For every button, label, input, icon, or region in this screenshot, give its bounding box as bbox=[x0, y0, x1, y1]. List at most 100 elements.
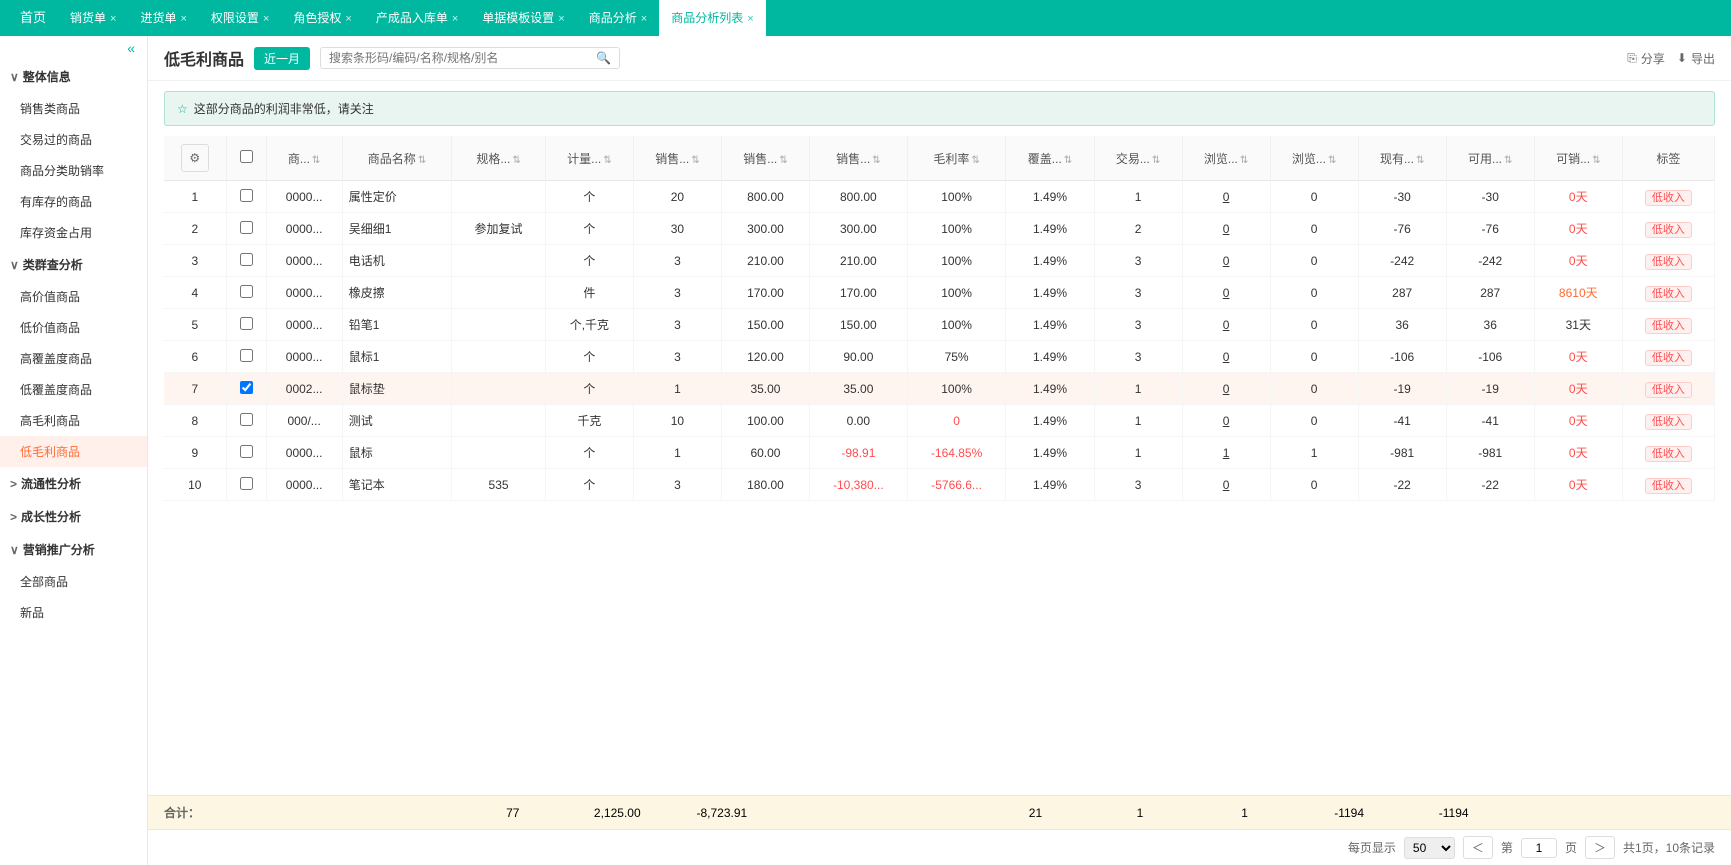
row-checkbox[interactable] bbox=[240, 413, 253, 426]
cell-view1[interactable]: 1 bbox=[1182, 437, 1270, 469]
cell-checkbox bbox=[226, 277, 266, 309]
sidebar-group-overall[interactable]: ∨ 整体信息 bbox=[0, 60, 147, 93]
cell-unit: 个 bbox=[545, 213, 633, 245]
main-content: 低毛利商品 近一月 🔍 ⎘ 分享 ⬇ 导出 ☆ 这部分商品的利润非常低，请关注 bbox=[148, 36, 1731, 865]
close-icon[interactable]: × bbox=[180, 13, 186, 25]
cell-sale-amount: 150.00 bbox=[810, 309, 908, 341]
cell-gross-margin: 100% bbox=[907, 245, 1006, 277]
row-checkbox[interactable] bbox=[240, 317, 253, 330]
gear-button[interactable]: ⚙ bbox=[181, 144, 209, 172]
cell-sale-price: 100.00 bbox=[721, 405, 809, 437]
cell-name[interactable]: 鼠标1 bbox=[342, 341, 452, 373]
cell-name[interactable]: 笔记本 bbox=[342, 469, 452, 501]
next-page-button[interactable]: ＞ bbox=[1585, 836, 1615, 859]
sidebar-item-traded-goods[interactable]: 交易过的商品 bbox=[0, 124, 147, 155]
cell-view1[interactable]: 0 bbox=[1182, 181, 1270, 213]
table-footer: 合计： 77 2,125.00 -8,723.91 21 1 1 -1194 -… bbox=[148, 795, 1731, 829]
cell-view1[interactable]: 0 bbox=[1182, 213, 1270, 245]
sidebar-item-high-value[interactable]: 高价值商品 bbox=[0, 281, 147, 312]
sort-icon: ⇅ bbox=[1592, 155, 1600, 166]
nav-template[interactable]: 单据模板设置× bbox=[470, 0, 576, 36]
cell-name[interactable]: 鼠标 bbox=[342, 437, 452, 469]
cell-view1[interactable]: 0 bbox=[1182, 373, 1270, 405]
sidebar-item-stock-goods[interactable]: 有库存的商品 bbox=[0, 186, 147, 217]
cell-view1[interactable]: 0 bbox=[1182, 245, 1270, 277]
cell-saleable: 0天 bbox=[1534, 405, 1622, 437]
cell-name[interactable]: 鼠标垫 bbox=[342, 373, 452, 405]
row-checkbox[interactable] bbox=[240, 477, 253, 490]
cell-available: -106 bbox=[1446, 341, 1534, 373]
cell-current: -22 bbox=[1358, 469, 1446, 501]
row-checkbox[interactable] bbox=[240, 349, 253, 362]
sidebar-group-cluster[interactable]: ∨ 类群查分析 bbox=[0, 248, 147, 281]
cell-spec: 参加复试 bbox=[452, 213, 546, 245]
sidebar-group-growth[interactable]: > 成长性分析 bbox=[0, 500, 147, 533]
sidebar-item-high-margin[interactable]: 高毛利商品 bbox=[0, 405, 147, 436]
sidebar-item-low-coverage[interactable]: 低覆盖度商品 bbox=[0, 374, 147, 405]
cell-name[interactable]: 吴细细1 bbox=[342, 213, 452, 245]
sidebar-item-category-rate[interactable]: 商品分类助销率 bbox=[0, 155, 147, 186]
close-icon[interactable]: × bbox=[345, 13, 351, 25]
sidebar-item-high-coverage[interactable]: 高覆盖度商品 bbox=[0, 343, 147, 374]
cell-name[interactable]: 铅笔1 bbox=[342, 309, 452, 341]
cell-name[interactable]: 橡皮擦 bbox=[342, 277, 452, 309]
sidebar-item-all-goods[interactable]: 全部商品 bbox=[0, 566, 147, 597]
nav-product-entry[interactable]: 产成品入库单× bbox=[364, 0, 470, 36]
export-button[interactable]: ⬇ 导出 bbox=[1677, 50, 1715, 67]
close-icon[interactable]: × bbox=[747, 13, 753, 25]
page-number-input[interactable] bbox=[1521, 838, 1557, 858]
nav-purchase[interactable]: 进货单× bbox=[128, 0, 198, 36]
cell-spec bbox=[452, 405, 546, 437]
cell-view1[interactable]: 0 bbox=[1182, 277, 1270, 309]
row-checkbox[interactable] bbox=[240, 221, 253, 234]
sidebar-item-stock-capital[interactable]: 库存资金占用 bbox=[0, 217, 147, 248]
cell-gross-margin: 100% bbox=[907, 309, 1006, 341]
cell-name[interactable]: 电话机 bbox=[342, 245, 452, 277]
row-checkbox[interactable] bbox=[240, 445, 253, 458]
prev-page-button[interactable]: ＜ bbox=[1463, 836, 1493, 859]
cell-checkbox bbox=[226, 373, 266, 405]
data-table: ⚙ 商...⇅ 商品名称⇅ 规格...⇅ 计量...⇅ 销售...⇅ 销售...… bbox=[164, 136, 1715, 501]
sidebar-group-marketing[interactable]: ∨ 营销推广分析 bbox=[0, 533, 147, 566]
nav-sales[interactable]: 销货单× bbox=[58, 0, 128, 36]
close-icon[interactable]: × bbox=[263, 13, 269, 25]
cell-view1[interactable]: 0 bbox=[1182, 405, 1270, 437]
sidebar-item-low-margin[interactable]: 低毛利商品 bbox=[0, 436, 147, 467]
cell-code: 0000... bbox=[266, 277, 342, 309]
search-input[interactable] bbox=[329, 51, 596, 65]
sidebar-item-low-value[interactable]: 低价值商品 bbox=[0, 312, 147, 343]
row-checkbox[interactable] bbox=[240, 189, 253, 202]
share-button[interactable]: ⎘ 分享 bbox=[1627, 50, 1665, 67]
close-icon[interactable]: × bbox=[452, 13, 458, 25]
nav-permissions[interactable]: 权限设置× bbox=[199, 0, 281, 36]
nav-role[interactable]: 角色授权× bbox=[281, 0, 363, 36]
per-page-select[interactable]: 50 100 bbox=[1404, 837, 1455, 859]
select-all-checkbox[interactable] bbox=[240, 150, 253, 163]
col-spec: 规格...⇅ bbox=[452, 136, 546, 181]
cell-view1[interactable]: 0 bbox=[1182, 341, 1270, 373]
row-checkbox[interactable] bbox=[240, 253, 253, 266]
cell-current: -76 bbox=[1358, 213, 1446, 245]
row-checkbox[interactable] bbox=[240, 285, 253, 298]
sidebar-group-flow[interactable]: > 流通性分析 bbox=[0, 467, 147, 500]
cell-tag: 低收入 bbox=[1622, 181, 1714, 213]
cell-view1[interactable]: 0 bbox=[1182, 309, 1270, 341]
cell-saleable: 31天 bbox=[1534, 309, 1622, 341]
cell-name[interactable]: 测试 bbox=[342, 405, 452, 437]
nav-goods-analysis-list[interactable]: 商品分析列表× bbox=[659, 0, 765, 36]
nav-goods-analysis[interactable]: 商品分析× bbox=[577, 0, 659, 36]
cell-unit: 个 bbox=[545, 469, 633, 501]
close-icon[interactable]: × bbox=[558, 13, 564, 25]
cell-sale-price: 210.00 bbox=[721, 245, 809, 277]
sidebar-item-sales-goods[interactable]: 销售类商品 bbox=[0, 93, 147, 124]
cell-available: -76 bbox=[1446, 213, 1534, 245]
nav-home[interactable]: 首页 bbox=[8, 0, 58, 36]
close-icon[interactable]: × bbox=[110, 13, 116, 25]
cell-view1[interactable]: 0 bbox=[1182, 469, 1270, 501]
sidebar-collapse-btn[interactable]: « bbox=[121, 40, 141, 56]
cell-name[interactable]: 属性定价 bbox=[342, 181, 452, 213]
period-button[interactable]: 近一月 bbox=[254, 47, 310, 70]
row-checkbox[interactable] bbox=[240, 381, 253, 394]
sidebar-item-new-goods[interactable]: 新品 bbox=[0, 597, 147, 628]
close-icon[interactable]: × bbox=[641, 13, 647, 25]
